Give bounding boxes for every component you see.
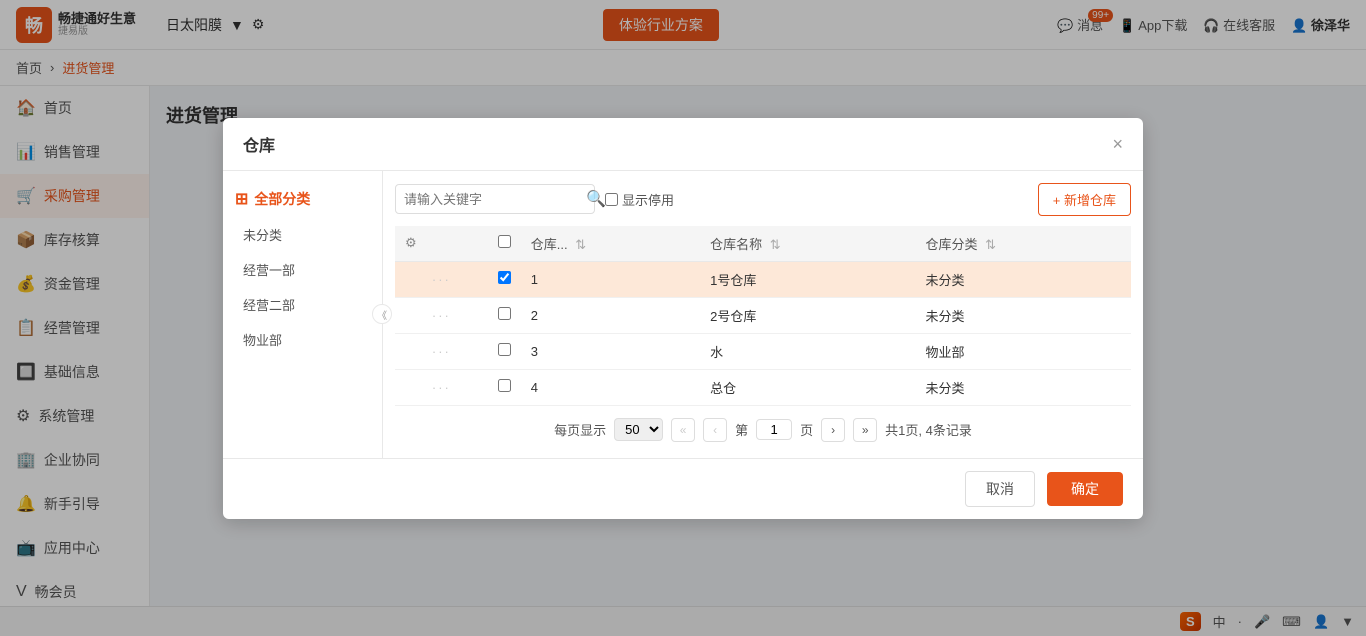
row-checkbox[interactable]	[498, 307, 511, 320]
collapse-panel-button[interactable]: 《	[372, 304, 392, 324]
table-toolbar: 🔍 显示停用 + 新增仓库	[395, 183, 1131, 216]
cancel-button[interactable]: 取消	[965, 471, 1035, 507]
row-index: 1	[521, 261, 700, 297]
row-actions: ···	[395, 333, 488, 369]
add-warehouse-button[interactable]: + 新增仓库	[1038, 183, 1131, 216]
warehouse-modal: 仓库 × ⊞ 全部分类 未分类 经营一部 经营二部	[223, 118, 1143, 519]
modal-footer: 取消 确定	[223, 458, 1143, 519]
category-item-0[interactable]: 未分类	[223, 217, 382, 252]
row-name: 总仓	[700, 369, 915, 405]
table-panel: 🔍 显示停用 + 新增仓库 ⚙	[383, 171, 1143, 458]
category-label-2: 经营二部	[243, 298, 295, 313]
row-actions: ···	[395, 369, 488, 405]
show-disabled-area: 显示停用	[605, 190, 674, 209]
row-checkbox[interactable]	[498, 379, 511, 392]
prev-page-button[interactable]: ‹	[703, 418, 727, 442]
search-box: 🔍	[395, 184, 595, 214]
warehouse-table: ⚙ 仓库... ⇅ 仓库名称 ⇅	[395, 226, 1131, 406]
row-category: 未分类	[916, 369, 1131, 405]
th-category-label: 仓库分类	[926, 237, 978, 252]
table-row[interactable]: ··· 3 水 物业部	[395, 333, 1131, 369]
row-checkbox-cell	[488, 297, 521, 333]
category-label-3: 物业部	[243, 333, 282, 348]
row-index: 3	[521, 333, 700, 369]
row-checkbox[interactable]	[498, 343, 511, 356]
modal-title: 仓库	[243, 132, 275, 156]
category-item-3[interactable]: 物业部	[223, 322, 382, 357]
all-category-item[interactable]: ⊞ 全部分类	[223, 181, 382, 217]
th-category-sort-icon[interactable]: ⇅	[985, 237, 996, 252]
show-disabled-label: 显示停用	[622, 190, 674, 209]
first-page-button[interactable]: «	[671, 418, 695, 442]
th-name: 仓库名称 ⇅	[700, 226, 915, 262]
gear-col-icon[interactable]: ⚙	[405, 235, 417, 250]
th-code-sort-icon[interactable]: ⇅	[575, 237, 586, 252]
confirm-button[interactable]: 确定	[1047, 472, 1123, 506]
pagination: 每页显示 50 « ‹ 第 页 › » 共1页, 4条记录	[395, 406, 1131, 446]
category-panel: ⊞ 全部分类 未分类 经营一部 经营二部 物业部 《	[223, 171, 383, 458]
row-name: 2号仓库	[700, 297, 915, 333]
table-header-row: ⚙ 仓库... ⇅ 仓库名称 ⇅	[395, 226, 1131, 262]
row-index: 4	[521, 369, 700, 405]
per-page-label: 每页显示	[554, 420, 606, 439]
row-checkbox-cell	[488, 261, 521, 297]
th-checkbox	[488, 226, 521, 262]
page-number-input[interactable]	[756, 419, 792, 440]
per-page-select[interactable]: 50	[614, 418, 663, 441]
row-category: 未分类	[916, 297, 1131, 333]
all-category-label: 全部分类	[254, 189, 310, 209]
search-icon[interactable]: 🔍	[586, 189, 606, 209]
row-name: 1号仓库	[700, 261, 915, 297]
row-category: 物业部	[916, 333, 1131, 369]
category-item-1[interactable]: 经营一部	[223, 252, 382, 287]
show-disabled-checkbox[interactable]	[605, 193, 618, 206]
table-header: ⚙ 仓库... ⇅ 仓库名称 ⇅	[395, 226, 1131, 262]
th-code-label: 仓库...	[531, 237, 568, 252]
search-input[interactable]	[404, 192, 580, 207]
row-actions: ···	[395, 261, 488, 297]
row-checkbox-cell	[488, 369, 521, 405]
row-category: 未分类	[916, 261, 1131, 297]
table-row[interactable]: ··· 2 2号仓库 未分类	[395, 297, 1131, 333]
select-all-checkbox[interactable]	[498, 235, 511, 248]
next-page-button[interactable]: ›	[821, 418, 845, 442]
modal-body: ⊞ 全部分类 未分类 经营一部 经营二部 物业部 《	[223, 171, 1143, 458]
modal-close-button[interactable]: ×	[1112, 135, 1123, 153]
page-suffix: 页	[800, 420, 813, 439]
row-index: 2	[521, 297, 700, 333]
table-row[interactable]: ··· 1 1号仓库 未分类	[395, 261, 1131, 297]
modal-header: 仓库 ×	[223, 118, 1143, 171]
th-name-label: 仓库名称	[710, 237, 762, 252]
row-checkbox-cell	[488, 333, 521, 369]
row-name: 水	[700, 333, 915, 369]
modal-overlay: 仓库 × ⊞ 全部分类 未分类 经营一部 经营二部	[0, 0, 1366, 636]
grid-icon: ⊞	[235, 189, 248, 209]
page-label: 第	[735, 420, 748, 439]
total-info: 共1页, 4条记录	[885, 420, 972, 439]
th-name-sort-icon[interactable]: ⇅	[770, 237, 781, 252]
category-label-1: 经营一部	[243, 263, 295, 278]
th-category: 仓库分类 ⇅	[916, 226, 1131, 262]
row-checkbox[interactable]	[498, 271, 511, 284]
th-gear: ⚙	[395, 226, 488, 262]
th-code: 仓库... ⇅	[521, 226, 700, 262]
category-label-0: 未分类	[243, 228, 282, 243]
table-body: ··· 1 1号仓库 未分类 ··· 2 2号仓库 未分类 ··· 3 水 物业…	[395, 261, 1131, 405]
table-row[interactable]: ··· 4 总仓 未分类	[395, 369, 1131, 405]
category-item-2[interactable]: 经营二部	[223, 287, 382, 322]
last-page-button[interactable]: »	[853, 418, 877, 442]
row-actions: ···	[395, 297, 488, 333]
